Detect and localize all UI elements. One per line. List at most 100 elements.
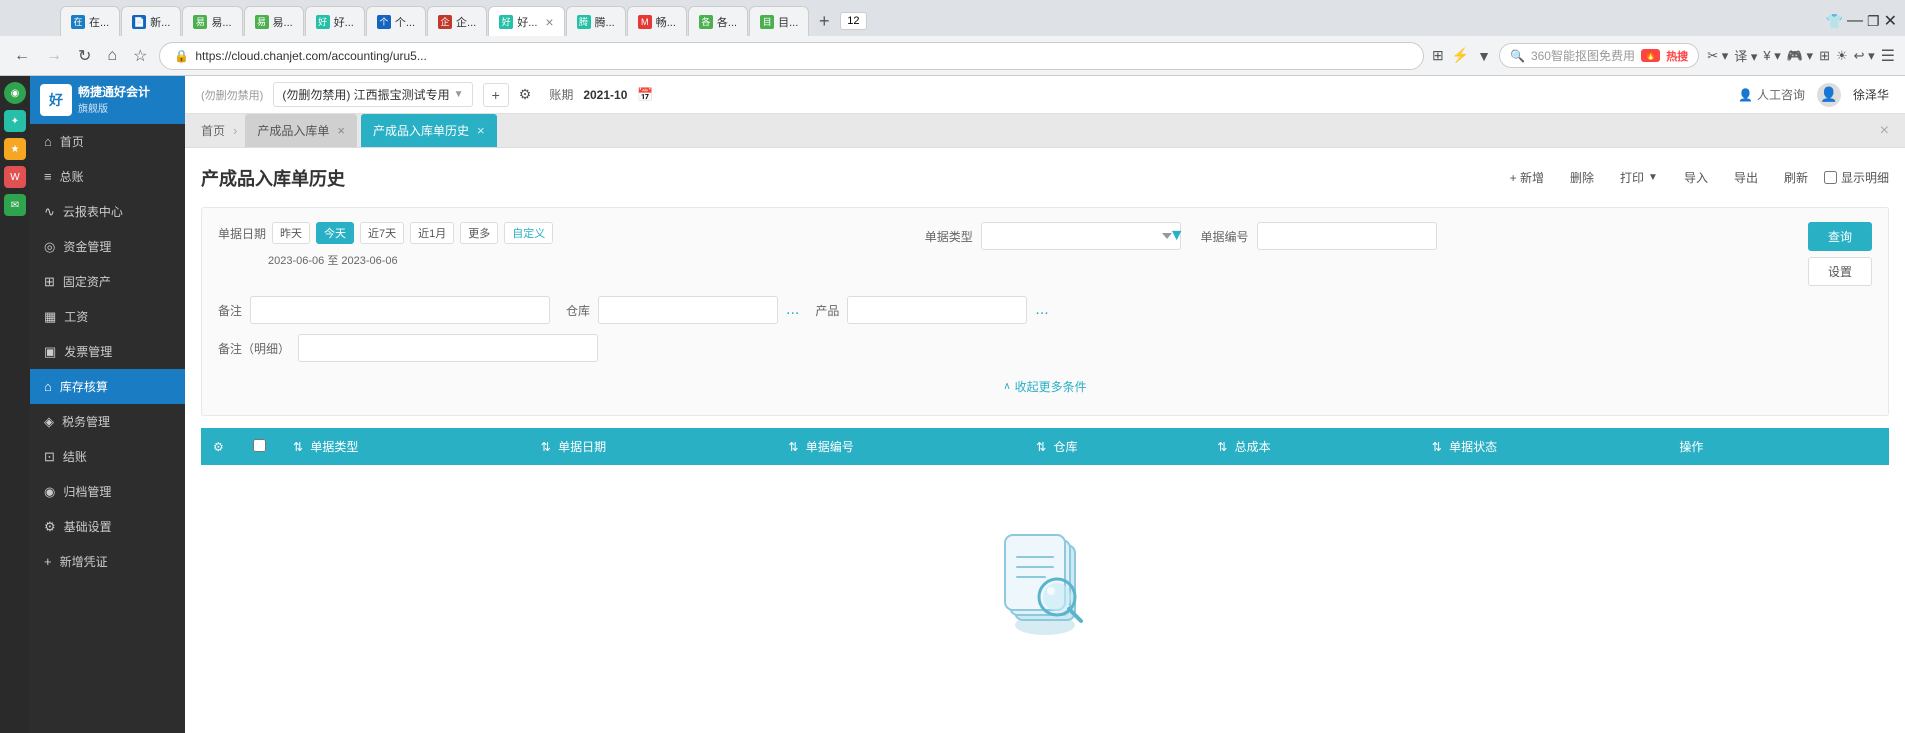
yuan-btn[interactable]: ¥ ▾ — [1763, 48, 1780, 64]
window-close-button[interactable]: ✕ — [1884, 11, 1897, 31]
date-1month-btn[interactable]: 近1月 — [410, 222, 454, 244]
tab-11[interactable]: 各 各... — [688, 6, 748, 36]
print-button[interactable]: 打印 ▼ — [1610, 164, 1668, 191]
tab-12[interactable]: 目 目... — [749, 6, 809, 36]
app-icon-orange[interactable]: ★ — [4, 138, 26, 160]
settings-button[interactable]: 设置 — [1808, 257, 1872, 286]
warehouse-input[interactable] — [598, 296, 778, 324]
new-tab-button[interactable]: + — [810, 6, 838, 36]
number-input[interactable] — [1257, 222, 1437, 250]
warehouse-dots[interactable]: ... — [786, 301, 799, 319]
refresh-button[interactable]: 刷新 — [1774, 164, 1818, 191]
translate-btn[interactable]: 译 ▾ — [1734, 46, 1757, 65]
tab-list-page[interactable]: 产成品入库单 × — [245, 114, 357, 147]
col-warehouse[interactable]: ⇅ 仓库 — [1024, 428, 1205, 465]
tab-3[interactable]: 易 易... — [182, 6, 242, 36]
select-all-checkbox[interactable] — [253, 439, 266, 452]
date-custom-btn[interactable]: 自定义 — [504, 222, 553, 244]
note-input[interactable] — [250, 296, 550, 324]
add-company-button[interactable]: + — [483, 83, 509, 107]
tab-6[interactable]: 个 个... — [366, 6, 426, 36]
sidebar-item-tax[interactable]: ◈ 税务管理 — [30, 404, 185, 439]
app-icon-mail[interactable]: ✉ — [4, 194, 26, 216]
address-input-container[interactable]: 🔒 https://cloud.chanjet.com/accounting/u… — [159, 42, 1424, 70]
forward-button[interactable]: → — [42, 43, 66, 69]
scissors-btn[interactable]: ✂ ▾ — [1707, 48, 1728, 64]
date-yesterday-btn[interactable]: 昨天 — [272, 222, 310, 244]
sidebar-item-funds[interactable]: ◎ 资金管理 — [30, 229, 185, 264]
tab-8-close[interactable]: × — [545, 14, 553, 30]
search-area[interactable]: 🔍 360智能抠图免费用 🔥 热搜 — [1499, 43, 1699, 68]
tab-list-close[interactable]: × — [337, 123, 345, 138]
sidebar-item-basic[interactable]: ⚙ 基础设置 — [30, 509, 185, 544]
export-button[interactable]: 导出 — [1724, 164, 1768, 191]
dropdown-button[interactable]: ▼ — [1477, 48, 1491, 64]
tab-4[interactable]: 易 易... — [244, 6, 304, 36]
sidebar-item-closing[interactable]: ⊡ 结账 — [30, 439, 185, 474]
back-button[interactable]: ← — [10, 43, 34, 69]
human-service-btn[interactable]: 👤 人工咨询 — [1738, 86, 1805, 103]
window-minimize-button[interactable]: — — [1847, 12, 1863, 30]
tab-2[interactable]: 📄 新... — [121, 6, 181, 36]
app-icon-green[interactable]: ◉ — [4, 82, 26, 104]
col-number[interactable]: ⇅ 单据编号 — [776, 428, 1024, 465]
window-shirt-icon[interactable]: 👕 — [1826, 13, 1843, 30]
app-icon-red[interactable]: W — [4, 166, 26, 188]
date-more-btn[interactable]: 更多 — [460, 222, 498, 244]
app-icon-teal[interactable]: ✦ — [4, 110, 26, 132]
theme-btn[interactable]: ☀ — [1836, 48, 1848, 64]
close-panel-button[interactable]: × — [1880, 122, 1889, 140]
detail-note-input[interactable] — [298, 334, 598, 362]
game-btn[interactable]: 🎮 ▾ — [1787, 48, 1813, 64]
sidebar-item-newbill[interactable]: + 新增凭证 — [30, 544, 185, 579]
refresh-button[interactable]: ↻ — [74, 42, 95, 70]
tab-10[interactable]: M 畅... — [627, 6, 687, 36]
display-detail-checkbox-label[interactable]: 显示明细 — [1824, 169, 1889, 186]
undo-btn[interactable]: ↩ ▾ — [1854, 48, 1875, 64]
sidebar-item-salary[interactable]: ▦ 工资 — [30, 299, 185, 334]
col-status[interactable]: ⇅ 单据状态 — [1420, 428, 1668, 465]
tab-1[interactable]: 在 在... — [60, 6, 120, 36]
delete-button[interactable]: 删除 — [1560, 164, 1604, 191]
type-select[interactable] — [981, 222, 1181, 250]
sidebar-item-invoice[interactable]: ▣ 发票管理 — [30, 334, 185, 369]
tab-7[interactable]: 企 企... — [427, 6, 487, 36]
col-totalcost[interactable]: ⇅ 总成本 — [1205, 428, 1419, 465]
bookmark-button[interactable]: ☆ — [129, 42, 151, 70]
sidebar-item-inventory[interactable]: ⌂ 库存核算 — [30, 369, 185, 404]
sidebar-item-reports[interactable]: ∿ 云报表中心 — [30, 194, 185, 229]
menu-btn[interactable]: ☰ — [1881, 46, 1895, 66]
collapse-button[interactable]: ∧ 收起更多条件 — [987, 372, 1102, 401]
import-button[interactable]: 导入 — [1674, 164, 1718, 191]
sidebar-item-ledger[interactable]: ≡ 总账 — [30, 159, 185, 194]
col-gear[interactable]: ⚙ — [201, 428, 241, 465]
home-button[interactable]: ⌂ — [103, 43, 121, 69]
tab-5[interactable]: 好 好... — [305, 6, 365, 36]
tab-8-active[interactable]: 好 好... × — [488, 6, 564, 36]
product-input[interactable] — [847, 296, 1027, 324]
query-button[interactable]: 查询 — [1808, 222, 1872, 251]
date-7days-btn[interactable]: 近7天 — [360, 222, 404, 244]
calendar-button[interactable]: 📅 — [637, 87, 653, 103]
sidebar-item-fixed[interactable]: ⊞ 固定资产 — [30, 264, 185, 299]
user-avatar[interactable]: 👤 — [1817, 83, 1841, 107]
sidebar-item-archive[interactable]: ◉ 归档管理 — [30, 474, 185, 509]
tab-9[interactable]: 腾 腾... — [566, 6, 626, 36]
settings-company-button[interactable]: ⚙ — [519, 86, 532, 103]
display-detail-checkbox[interactable] — [1824, 171, 1837, 184]
apps-btn[interactable]: ⊞ — [1819, 48, 1830, 64]
sidebar-item-home[interactable]: ⌂ 首页 — [30, 124, 185, 159]
flash-button[interactable]: ⚡ — [1452, 47, 1469, 64]
add-button[interactable]: + 新增 — [1500, 164, 1554, 191]
product-dots[interactable]: ... — [1035, 301, 1048, 319]
date-today-btn[interactable]: 今天 — [316, 222, 354, 244]
company-select[interactable]: (勿删勿禁用) 江西振宝测试专用 ▼ — [273, 82, 472, 107]
window-restore-button[interactable]: ❐ — [1867, 13, 1880, 30]
col-type[interactable]: ⇅ 单据类型 — [281, 428, 529, 465]
col-checkbox[interactable] — [241, 428, 281, 465]
breadcrumb-home[interactable]: 首页 — [201, 122, 225, 139]
grid-button[interactable]: ⊞ — [1432, 47, 1444, 64]
tab-history-close[interactable]: × — [477, 123, 485, 138]
tab-history-page[interactable]: 产成品入库单历史 × — [361, 114, 497, 147]
col-date[interactable]: ⇅ 单据日期 — [529, 428, 777, 465]
